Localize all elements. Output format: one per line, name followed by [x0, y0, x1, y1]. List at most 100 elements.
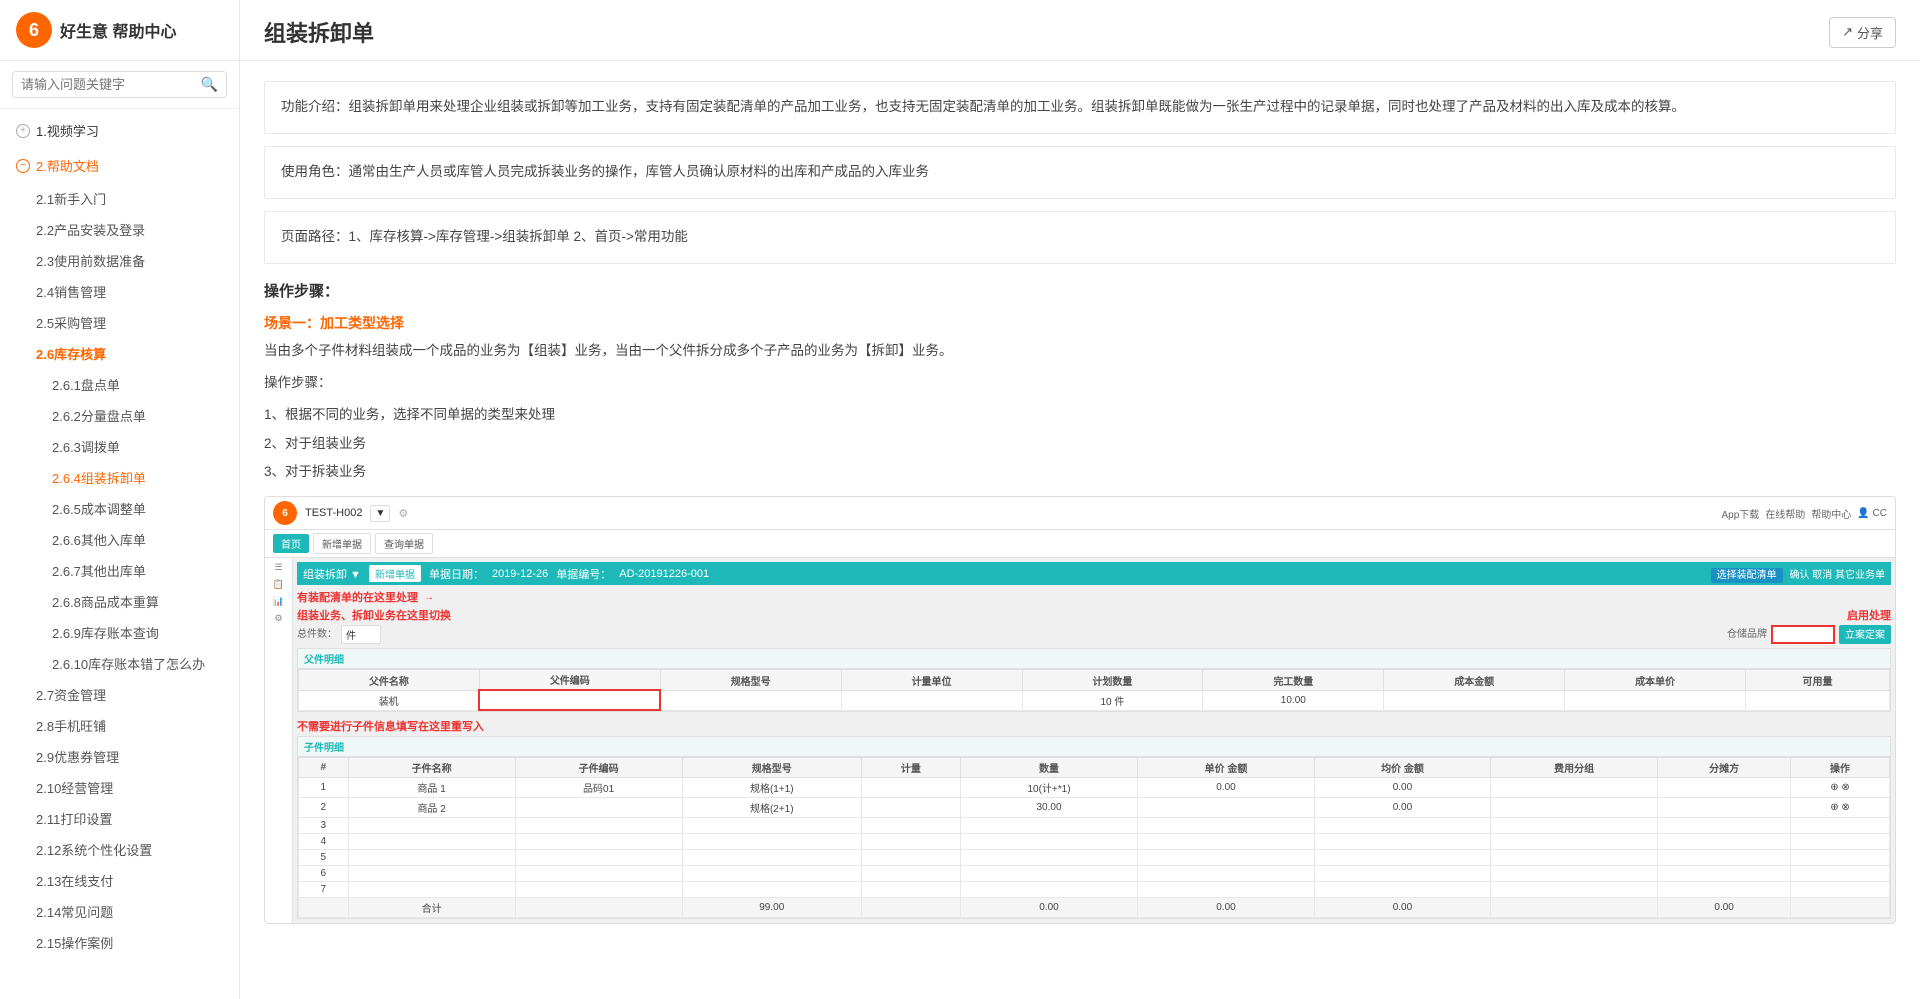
- mock-doc-type: 组装拆卸 ▼: [303, 566, 361, 582]
- mock-settings-icon: ⚙: [398, 507, 408, 520]
- sidebar-item-goodscost[interactable]: 2.6.8商品成本重算: [52, 586, 239, 617]
- mock-app-btn: App下载: [1722, 506, 1760, 521]
- lower-th-5: 数量: [960, 758, 1137, 778]
- share-button[interactable]: ↗ 分享: [1829, 17, 1896, 48]
- sidebar-item-inventory[interactable]: 2.6库存核算: [36, 338, 239, 369]
- lower-cell-1-op: ⊕ ⊗: [1791, 778, 1890, 798]
- annotation1-text: 有装配清单的在这里处理: [297, 589, 418, 605]
- upper-cell-1-4: [841, 690, 1022, 710]
- footer-8: [1491, 898, 1658, 918]
- mock-lower-table: # 子件名称 子件编码 规格型号 计量 数量 单价 金额 均价 金额 费用分组: [298, 757, 1890, 918]
- lower-th-9: 分摊方: [1658, 758, 1791, 778]
- lower-cell-2-2: [515, 798, 682, 818]
- footer-label: 合计: [348, 898, 515, 918]
- upper-th-4: 计量单位: [841, 670, 1022, 691]
- nav-group-video-header[interactable]: + 1.视频学习: [0, 113, 239, 148]
- nav-group-docs: − 2.帮助文档 2.1新手入门 2.2产品安装及登录 2.3使用前数据准备 2…: [0, 148, 239, 958]
- lower-cell-1-5: 10(计+*1): [960, 778, 1137, 798]
- lower-cell-1-seq: 1: [299, 778, 349, 798]
- upper-th-1: 父件名称: [299, 670, 480, 691]
- lower-th-4: 计量: [861, 758, 960, 778]
- sidebar-item-adjust[interactable]: 2.6.3调拨单: [52, 431, 239, 462]
- sidebar-item-assembly[interactable]: 2.6.4组装拆卸单: [52, 462, 239, 493]
- sidebar-item-print[interactable]: 2.11打印设置: [36, 803, 239, 834]
- sidebar-item-stockerror[interactable]: 2.6.10库存账本错了怎么办: [52, 648, 239, 679]
- role-text: 使用角色：通常由生产人员或库管人员完成拆装业务的操作，库管人员确认原材料的出库和…: [281, 164, 929, 179]
- mock-sidebar-icon3: 📊: [273, 596, 284, 607]
- mock-select: ▼: [370, 505, 390, 522]
- sidebar-item-payment[interactable]: 2.13在线支付: [36, 865, 239, 896]
- search-input[interactable]: [21, 77, 201, 92]
- upper-th-2: 父件编码: [479, 670, 660, 691]
- search-box: 🔍: [0, 61, 239, 109]
- footer-5: 0.00: [960, 898, 1137, 918]
- lower-cell-1-7: 0.00: [1314, 778, 1490, 798]
- sidebar-header: 6 好生意 帮助中心: [0, 0, 239, 61]
- sidebar-item-customize[interactable]: 2.12系统个性化设置: [36, 834, 239, 865]
- mock-nav-home: 首页: [273, 534, 309, 553]
- intro-text: 功能介绍：组装拆卸单用来处理企业组装或拆卸等加工业务，支持有固定装配清单的产品加…: [281, 99, 1685, 114]
- sidebar-item-split[interactable]: 2.6.2分量盘点单: [52, 400, 239, 431]
- sidebar-item-stockcheck[interactable]: 2.6.9库存账本查询: [52, 617, 239, 648]
- lower-row-5: 5: [299, 850, 1890, 866]
- lower-cell-2-7: 0.00: [1314, 798, 1490, 818]
- footer-4: [861, 898, 960, 918]
- mock-new-btn: 新增单据: [369, 565, 421, 582]
- mock-confirm-btn: 立案定案: [1839, 625, 1891, 644]
- arrow1: →: [424, 592, 434, 603]
- lower-row-6: 6: [299, 866, 1890, 882]
- role-block: 使用角色：通常由生产人员或库管人员完成拆装业务的操作，库管人员确认原材料的出库和…: [264, 146, 1896, 199]
- sidebar-item-otherin[interactable]: 2.6.6其他入库单: [52, 524, 239, 555]
- sidebar-item-sales[interactable]: 2.4销售管理: [36, 276, 239, 307]
- step1: 1、根据不同的业务，选择不同单据的类型来处理: [264, 403, 1896, 427]
- sidebar-item-purchase[interactable]: 2.5采购管理: [36, 307, 239, 338]
- mock-warehouse-input: [1771, 625, 1835, 644]
- sidebar-item-data[interactable]: 2.3使用前数据准备: [36, 245, 239, 276]
- lower-cell-2-1: 商品 2: [348, 798, 515, 818]
- mock-sidebar-icon1: ☰: [274, 562, 282, 573]
- content-area: 功能介绍：组装拆卸单用来处理企业组装或拆卸等加工业务，支持有固定装配清单的产品加…: [240, 61, 1920, 999]
- search-input-wrap[interactable]: 🔍: [12, 71, 227, 98]
- nav-group-docs-header[interactable]: − 2.帮助文档: [0, 148, 239, 183]
- footer-6: 0.00: [1138, 898, 1314, 918]
- path-block: 页面路径：1、库存核算->库存管理->组装拆卸单 2、首页->常用功能: [264, 211, 1896, 264]
- lower-th-10: 操作: [1791, 758, 1890, 778]
- nav-sub-items-docs: 2.1新手入门 2.2产品安装及登录 2.3使用前数据准备 2.4销售管理 2.…: [0, 183, 239, 958]
- sidebar-item-mobile[interactable]: 2.8手机旺铺: [36, 710, 239, 741]
- upper-th-8: 成本单价: [1565, 670, 1746, 691]
- sidebar-item-install[interactable]: 2.2产品安装及登录: [36, 214, 239, 245]
- mock-field-label: 总件数：: [297, 625, 337, 644]
- annotation4-container: 不需要进行子件信息填写在这里重写入: [297, 718, 1891, 734]
- app-logo: 6: [16, 12, 52, 48]
- sidebar-item-money[interactable]: 2.7资金管理: [36, 679, 239, 710]
- scene1-desc: 当由多个子件材料组装成一个成品的业务为【组装】业务，当由一个父件拆分成多个子产品…: [264, 339, 1896, 363]
- lower-cell-2-4: [861, 798, 960, 818]
- mock-upper-table-title: 父件明细: [298, 649, 1890, 669]
- mock-field-value: 件: [341, 625, 381, 644]
- lower-cell-2-9: [1658, 798, 1791, 818]
- main-area: 组装拆卸单 ↗ 分享 功能介绍：组装拆卸单用来处理企业组装或拆卸等加工业务，支持…: [240, 0, 1920, 999]
- lower-th-7: 均价 金额: [1314, 758, 1490, 778]
- mock-nav-query: 查询单据: [375, 533, 433, 554]
- mock-form-header: 组装拆卸 ▼ 新增单据 单据日期： 2019-12-26 单据编号： AD-20…: [297, 562, 1891, 585]
- search-icon[interactable]: 🔍: [201, 76, 218, 93]
- footer-3: 99.00: [682, 898, 861, 918]
- lower-cell-2-8: [1491, 798, 1658, 818]
- upper-cell-1-6: 10.00: [1203, 690, 1384, 710]
- footer-2: [515, 898, 682, 918]
- lower-cell-1-1: 商品 1: [348, 778, 515, 798]
- sidebar-item-otherout[interactable]: 2.6.7其他出库单: [52, 555, 239, 586]
- sidebar-item-cases[interactable]: 2.15操作案例: [36, 927, 239, 958]
- sidebar-item-faq[interactable]: 2.14常见问题: [36, 896, 239, 927]
- mock-body: ☰ 📋 📊 ⚙ 组装拆卸 ▼ 新增单据 单据日期： 2019-12-26 单据编…: [265, 558, 1895, 923]
- sidebar-item-costadjust[interactable]: 2.6.5成本调整单: [52, 493, 239, 524]
- mock-date-value: 2019-12-26: [492, 568, 548, 580]
- sidebar-item-biz[interactable]: 2.10经营管理: [36, 772, 239, 803]
- nav-group-docs-label: 2.帮助文档: [36, 156, 99, 175]
- lower-footer: 合计 99.00 0.00 0.00 0.00 0.00: [299, 898, 1890, 918]
- sidebar-item-newbie[interactable]: 2.1新手入门: [36, 183, 239, 214]
- sidebar-item-stocktake[interactable]: 2.6.1盘点单: [52, 369, 239, 400]
- sidebar-item-coupon[interactable]: 2.9优惠券管理: [36, 741, 239, 772]
- footer-7: 0.00: [1314, 898, 1490, 918]
- mock-date-label: 单据日期：: [429, 566, 484, 582]
